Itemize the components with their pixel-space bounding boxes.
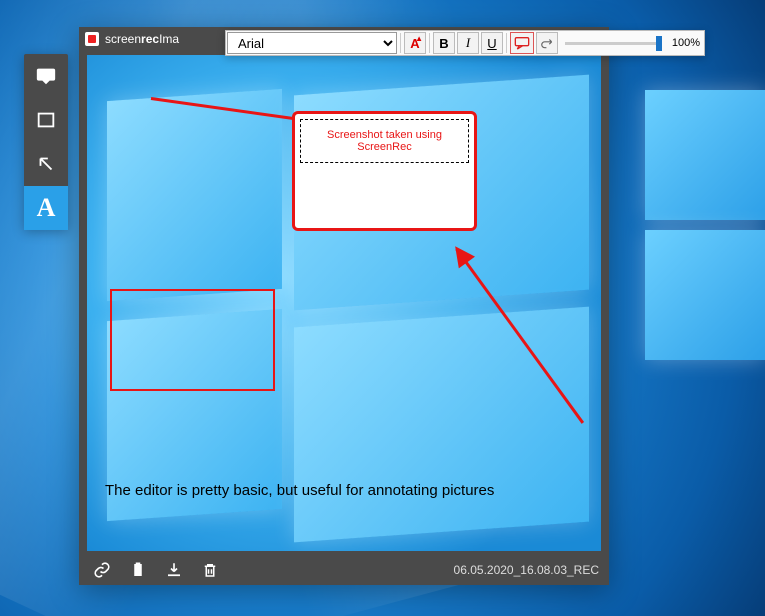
copy-button[interactable] [125, 559, 151, 581]
wallpaper-pane [107, 89, 282, 301]
fontsize-button[interactable]: A▲ [404, 32, 426, 54]
annotation-caption[interactable]: The editor is pretty basic, but useful f… [105, 482, 494, 499]
separator [506, 33, 507, 53]
tool-arrow[interactable] [24, 142, 68, 186]
rectangle-icon [35, 109, 57, 131]
bottom-toolbar: 06.05.2020_16.08.03_REC [79, 555, 609, 585]
separator [429, 33, 430, 53]
separator [400, 33, 401, 53]
app-icon [85, 32, 99, 46]
download-icon [165, 561, 183, 579]
underline-button[interactable]: U [481, 32, 503, 54]
title-rest: Ima [159, 32, 179, 46]
zoom-slider-wrap [559, 31, 668, 55]
callout-icon [514, 36, 530, 50]
link-button[interactable] [89, 559, 115, 581]
italic-button[interactable]: I [457, 32, 479, 54]
redo-icon [540, 36, 554, 50]
clipboard-icon [129, 561, 147, 579]
tool-sidebar: A [24, 54, 68, 230]
redo-button[interactable] [536, 32, 558, 54]
wallpaper-pane [294, 307, 589, 543]
zoom-slider-thumb[interactable] [656, 36, 662, 51]
annotation-textbox-text[interactable]: Screenshot taken using ScreenRec [300, 119, 469, 163]
tool-rectangle[interactable] [24, 98, 68, 142]
download-button[interactable] [161, 559, 187, 581]
tool-text[interactable]: A [24, 186, 68, 230]
trash-icon [201, 561, 219, 579]
text-icon: A [37, 193, 56, 223]
canvas[interactable]: Screenshot taken using ScreenRec The edi… [87, 55, 601, 551]
screenrec-editor-window: screenrec Ima Screenshot taken using Scr… [79, 27, 609, 585]
speech-bubble-icon [35, 65, 57, 87]
arrow-icon [35, 153, 57, 175]
annotation-textbox[interactable]: Screenshot taken using ScreenRec [292, 111, 477, 231]
tool-comment[interactable] [24, 54, 68, 98]
title-suffix: rec [141, 32, 159, 46]
link-icon [93, 561, 111, 579]
filename-label: 06.05.2020_16.08.03_REC [454, 563, 599, 577]
title-prefix: screen [105, 32, 141, 46]
font-select[interactable]: Arial [227, 32, 397, 54]
bold-button[interactable]: B [433, 32, 455, 54]
delete-button[interactable] [197, 559, 223, 581]
annotation-rectangle[interactable] [110, 289, 275, 391]
zoom-percent-label: 100% [668, 31, 704, 55]
callout-button[interactable] [510, 32, 534, 54]
text-format-toolbar: Arial A▲ B I U 100% [225, 30, 705, 56]
zoom-slider[interactable] [565, 42, 662, 45]
